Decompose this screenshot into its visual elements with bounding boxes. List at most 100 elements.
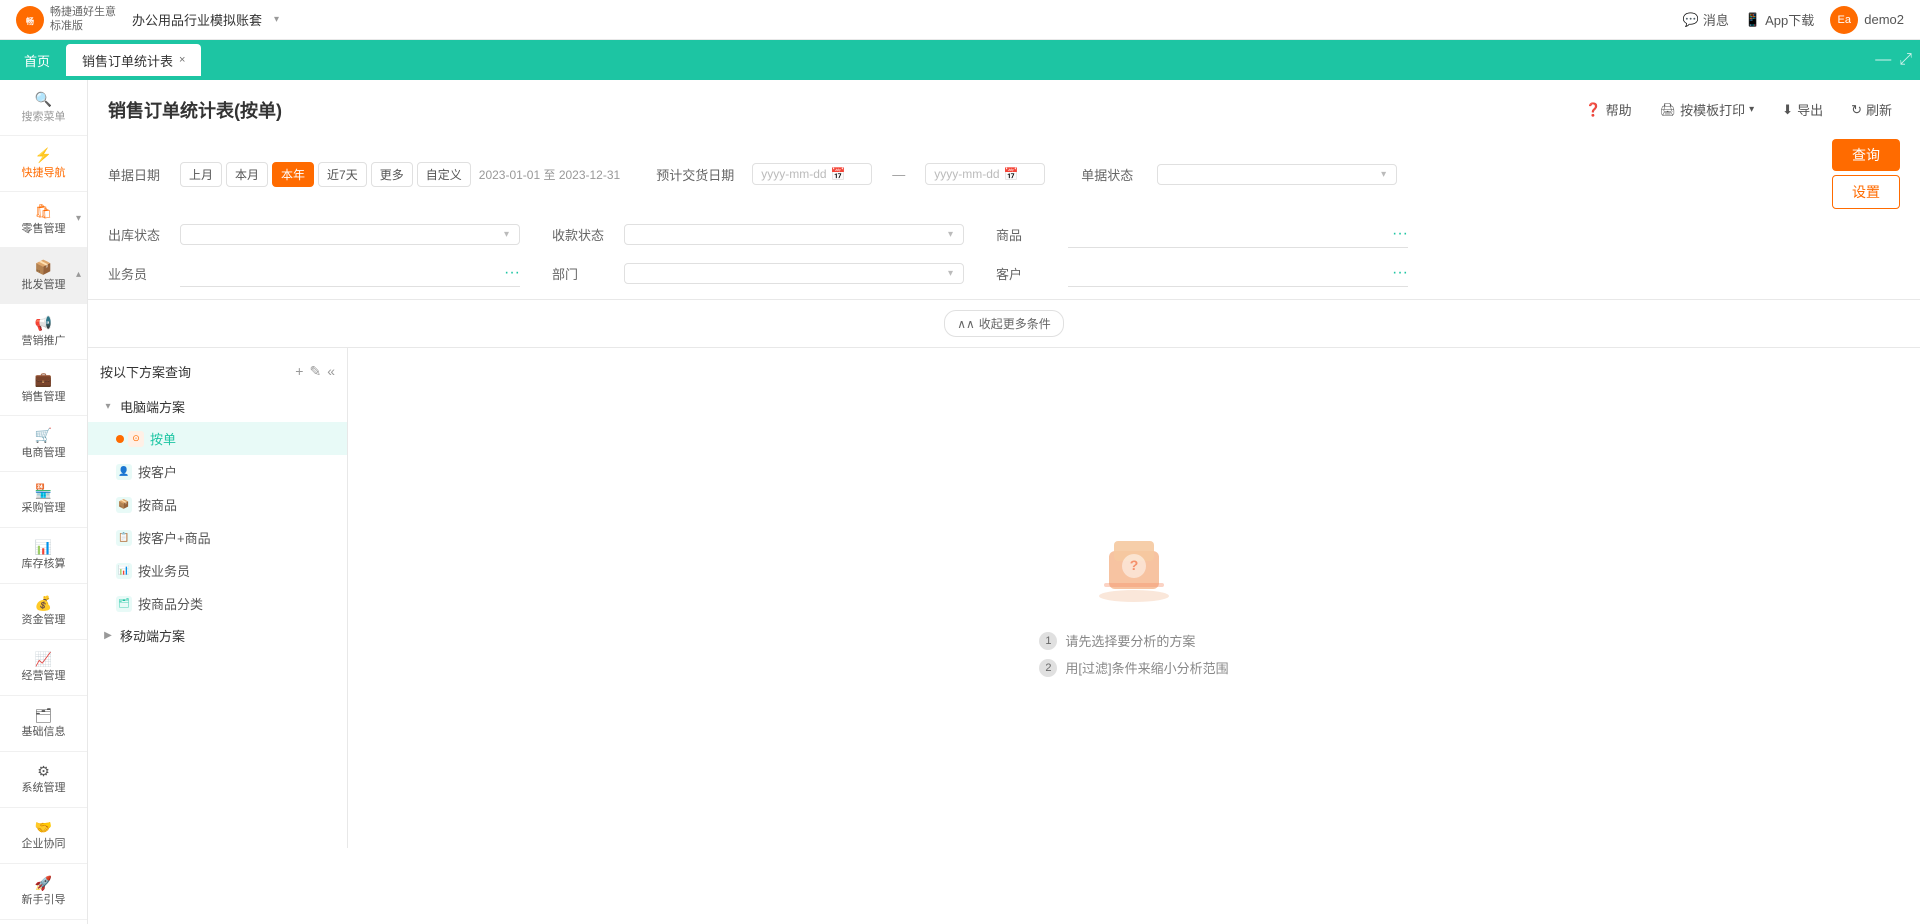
system-icon: ⚙ bbox=[37, 762, 50, 782]
sidebar-item-ecommerce[interactable]: 🛒 电商管理 bbox=[0, 416, 87, 472]
sidebar-item-purchase[interactable]: 🏪 采购管理 bbox=[0, 472, 87, 528]
date-btn-last-month[interactable]: 上月 bbox=[180, 162, 222, 187]
tab-close-icon[interactable]: × bbox=[179, 54, 185, 66]
purchase-icon: 🏪 bbox=[35, 482, 52, 502]
ecommerce-icon: 🛒 bbox=[35, 426, 52, 446]
help-button[interactable]: ❓ 帮助 bbox=[1577, 96, 1639, 123]
sidebar-item-wholesale[interactable]: 📦 批发管理 ▴ bbox=[0, 248, 87, 304]
sidebar-item-appcenter[interactable]: 📲 应用中心 bbox=[0, 920, 87, 924]
tree-item-by-customer-goods-icon: 📋 bbox=[116, 530, 132, 546]
svg-text:畅: 畅 bbox=[26, 16, 34, 26]
tab-maximize-icon[interactable]: ⤢ bbox=[1899, 51, 1912, 69]
customer-more-icon[interactable]: ··· bbox=[1392, 264, 1408, 282]
search-icon: 🔍 bbox=[35, 90, 52, 110]
salesperson-input[interactable]: ··· bbox=[180, 260, 520, 287]
ship-status-label: 出库状态 bbox=[108, 225, 164, 244]
tree-expand-pc-icon: ▾ bbox=[100, 399, 116, 415]
tab-sales-order-stats[interactable]: 销售订单统计表 × bbox=[66, 44, 201, 76]
sidebar-item-basic[interactable]: 🗂 基础信息 bbox=[0, 696, 87, 752]
settings-button[interactable]: 设置 bbox=[1832, 175, 1900, 209]
goods-input[interactable]: ··· bbox=[1068, 221, 1408, 248]
panel-collapse-button[interactable]: « bbox=[327, 363, 335, 380]
date-btn-this-year[interactable]: 本年 bbox=[272, 162, 314, 187]
query-button[interactable]: 查询 bbox=[1832, 139, 1900, 171]
wholesale-arrow-icon: ▴ bbox=[76, 268, 81, 282]
tree-item-by-category-icon: 🗂 bbox=[116, 596, 132, 612]
template-print-button[interactable]: 🖨 按模板打印 bbox=[1652, 96, 1763, 123]
avatar: Ea bbox=[1830, 6, 1858, 34]
sidebar-item-newguide[interactable]: 🚀 新手引导 bbox=[0, 864, 87, 920]
expected-date-end-input[interactable]: yyyy-mm-dd 📅 bbox=[925, 163, 1045, 185]
sales-icon: 💼 bbox=[35, 370, 52, 390]
panel-header-actions: + ✎ « bbox=[295, 363, 335, 380]
tree-item-by-order[interactable]: ⊙ 按单 bbox=[88, 422, 347, 455]
date-range-separator: — bbox=[892, 167, 905, 182]
sidebar-item-sales[interactable]: 💼 销售管理 bbox=[0, 360, 87, 416]
tab-minimize-icon[interactable]: — bbox=[1875, 51, 1891, 69]
sidebar-item-finance[interactable]: 💰 资金管理 bbox=[0, 584, 87, 640]
logo-icon: 畅 bbox=[16, 6, 44, 34]
page-title: 销售订单统计表(按单) bbox=[108, 97, 282, 123]
tree-expand-mobile-icon: ▶ bbox=[100, 628, 116, 644]
app-download-button[interactable]: 📱 App下载 bbox=[1745, 10, 1814, 29]
department-label: 部门 bbox=[552, 264, 608, 283]
goods-more-icon[interactable]: ··· bbox=[1392, 225, 1408, 243]
tree-item-by-customer-goods[interactable]: 📋 按客户+商品 bbox=[88, 521, 347, 554]
tree-item-by-salesperson[interactable]: 📊 按业务员 bbox=[88, 554, 347, 587]
salesperson-more-icon[interactable]: ··· bbox=[504, 264, 520, 282]
tip-num-1: 1 bbox=[1039, 632, 1057, 650]
panel-add-button[interactable]: + bbox=[295, 363, 303, 380]
date-btn-7days[interactable]: 近7天 bbox=[318, 162, 367, 187]
expected-date-start-input[interactable]: yyyy-mm-dd 📅 bbox=[752, 163, 872, 185]
refresh-button[interactable]: ↻ 刷新 bbox=[1843, 96, 1900, 123]
panel-edit-button[interactable]: ✎ bbox=[309, 363, 321, 380]
quicknav-icon: ⚡ bbox=[35, 146, 52, 166]
ship-status-select[interactable]: ▾ bbox=[180, 224, 520, 245]
filter-row-3: 业务员 ··· 部门 ▾ 客户 ··· bbox=[108, 260, 1900, 287]
tab-home[interactable]: 首页 bbox=[8, 44, 66, 76]
inventory-icon: 📊 bbox=[35, 538, 52, 558]
tree-group-pc[interactable]: ▾ 电脑端方案 bbox=[88, 391, 347, 422]
tree-item-by-goods[interactable]: 📦 按商品 bbox=[88, 488, 347, 521]
department-select[interactable]: ▾ bbox=[624, 263, 964, 284]
salesperson-label: 业务员 bbox=[108, 264, 164, 283]
wholesale-icon: 📦 bbox=[35, 258, 52, 278]
payment-status-select[interactable]: ▾ bbox=[624, 224, 964, 245]
main-layout: 🔍 搜索菜单 ⚡ 快捷导航 🛍 零售管理 ▾ 📦 批发管理 ▴ 📢 营销推广 💼… bbox=[0, 80, 1920, 924]
sidebar-item-retail[interactable]: 🛍 零售管理 ▾ bbox=[0, 192, 87, 248]
user-profile[interactable]: Ea demo2 bbox=[1830, 6, 1904, 34]
date-btn-this-month[interactable]: 本月 bbox=[226, 162, 268, 187]
sidebar-item-inventory[interactable]: 📊 库存核算 bbox=[0, 528, 87, 584]
app-download-icon: 📱 bbox=[1745, 12, 1761, 28]
empty-tips: 1 请先选择要分析的方案 2 用[过滤]条件来缩小分析范围 bbox=[1039, 631, 1228, 685]
sidebar: 🔍 搜索菜单 ⚡ 快捷导航 🛍 零售管理 ▾ 📦 批发管理 ▴ 📢 营销推广 💼… bbox=[0, 80, 88, 924]
customer-input[interactable]: ··· bbox=[1068, 260, 1408, 287]
sidebar-item-quicknav[interactable]: ⚡ 快捷导航 bbox=[0, 136, 87, 192]
top-bar: 畅 畅捷通好生意 标准版 办公用品行业模拟账套 ▾ 💬 消息 📱 App下载 E… bbox=[0, 0, 1920, 40]
tree-item-by-customer[interactable]: 👤 按客户 bbox=[88, 455, 347, 488]
breadcrumb-dropdown-icon[interactable]: ▾ bbox=[274, 14, 279, 25]
date-btn-custom[interactable]: 自定义 bbox=[417, 162, 471, 187]
query-settings-col: 查询 设置 bbox=[1832, 139, 1900, 209]
sidebar-item-enterprise[interactable]: 🤝 企业协同 bbox=[0, 808, 87, 864]
status-select[interactable]: ▾ bbox=[1157, 164, 1397, 185]
payment-status-label: 收款状态 bbox=[552, 225, 608, 244]
sidebar-item-operations[interactable]: 📈 经营管理 bbox=[0, 640, 87, 696]
sidebar-item-system[interactable]: ⚙ 系统管理 bbox=[0, 752, 87, 808]
active-dot-icon bbox=[116, 435, 124, 443]
calendar-end-icon: 📅 bbox=[1004, 167, 1019, 181]
empty-tip-1: 1 请先选择要分析的方案 bbox=[1039, 631, 1228, 650]
enterprise-icon: 🤝 bbox=[35, 818, 52, 838]
sidebar-item-search[interactable]: 🔍 搜索菜单 bbox=[0, 80, 87, 136]
expected-date-label: 预计交货日期 bbox=[656, 165, 736, 184]
empty-state-illustration: ? bbox=[1084, 511, 1184, 611]
date-btn-more[interactable]: 更多 bbox=[371, 162, 413, 187]
empty-state: ? 1 请先选择要分析的方案 2 用[过滤]条件来缩小分析范围 bbox=[1039, 511, 1228, 685]
collapse-button[interactable]: ∧∧ 收起更多条件 bbox=[944, 310, 1064, 337]
export-button[interactable]: ⬇ 导出 bbox=[1774, 96, 1831, 123]
tree-item-by-category[interactable]: 🗂 按商品分类 bbox=[88, 587, 347, 620]
sidebar-item-marketing[interactable]: 📢 营销推广 bbox=[0, 304, 87, 360]
message-button[interactable]: 💬 消息 bbox=[1683, 10, 1729, 29]
filter-section: 单据日期 上月 本月 本年 近7天 更多 自定义 2023-01-01 至 20… bbox=[88, 131, 1920, 300]
tree-group-mobile[interactable]: ▶ 移动端方案 bbox=[88, 620, 347, 651]
